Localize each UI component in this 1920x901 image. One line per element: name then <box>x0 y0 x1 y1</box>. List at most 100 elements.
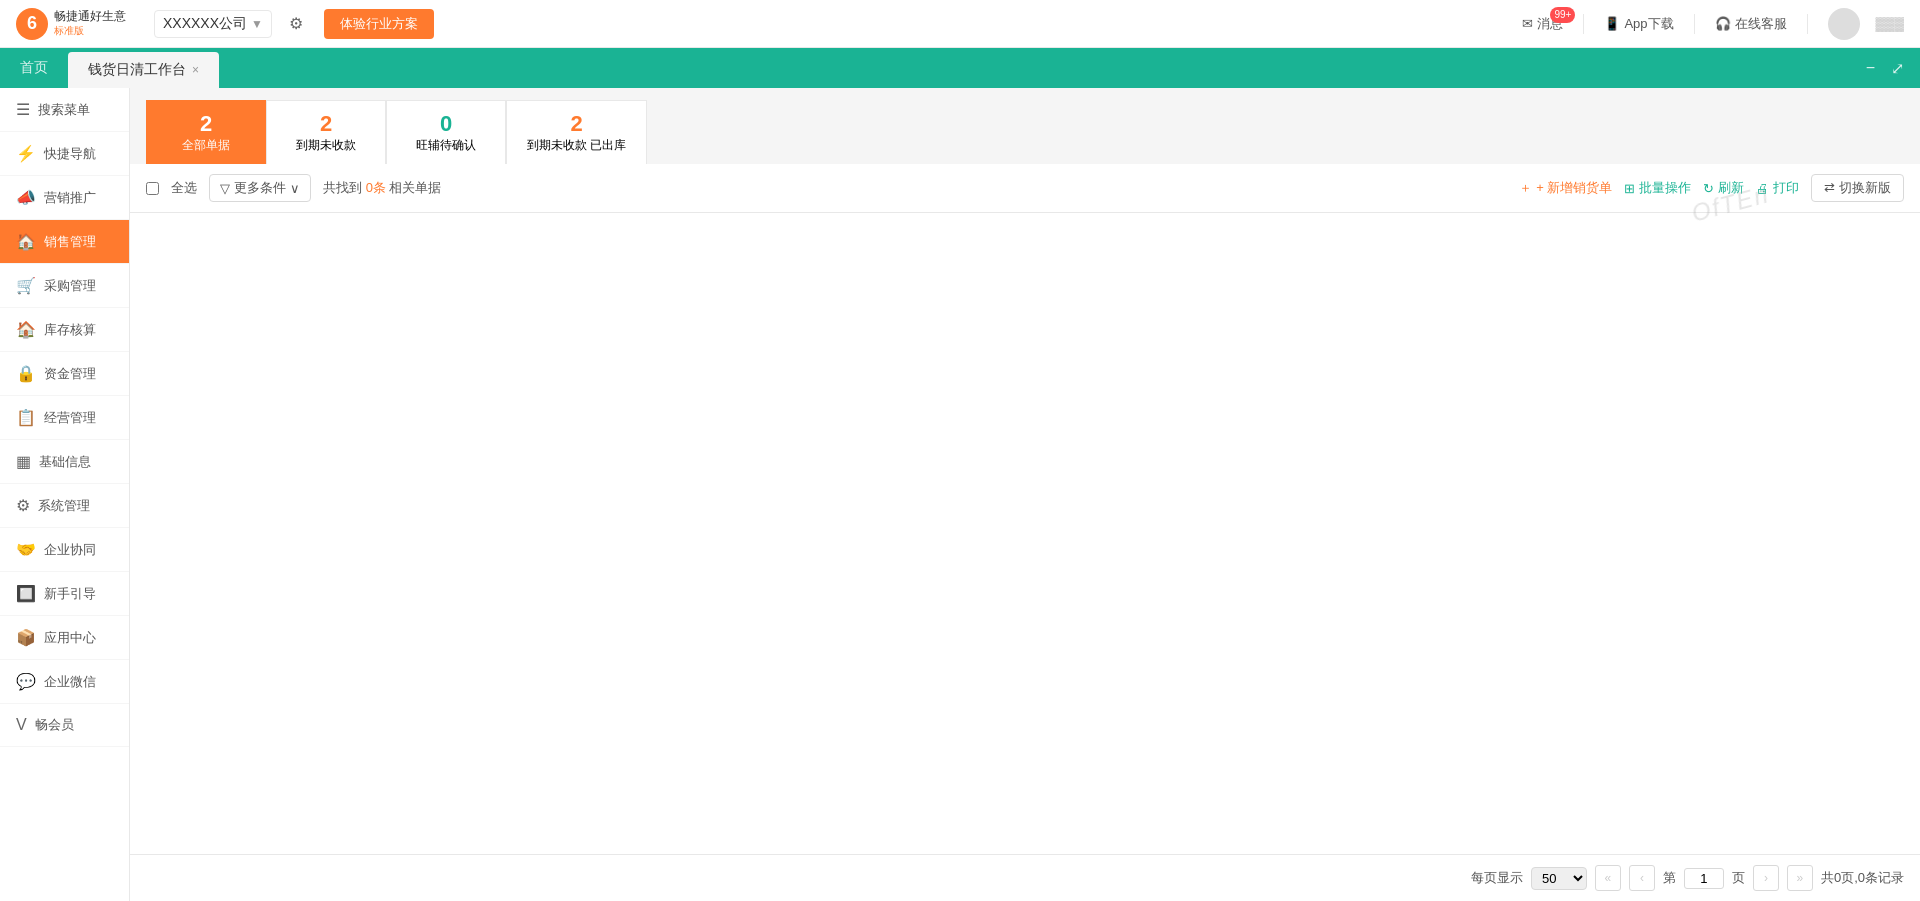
chevron-down-icon: ▼ <box>251 17 263 31</box>
add-sales-order-button[interactable]: ＋ + 新增销货单 <box>1519 179 1612 197</box>
divider <box>1583 14 1584 34</box>
refresh-button[interactable]: ↻ 刷新 <box>1703 179 1744 197</box>
trial-button[interactable]: 体验行业方案 <box>324 9 434 39</box>
content-area: 2 全部单据 2 到期未收款 0 旺辅待确认 2 到期未收款 已出库 全选 ▽ … <box>130 88 1920 901</box>
switch-version-button[interactable]: ⇄ 切换新版 <box>1811 174 1904 202</box>
next-page-button[interactable]: › <box>1753 865 1779 891</box>
sidebar-label: 新手引导 <box>44 585 96 603</box>
sidebar-label: 搜索菜单 <box>38 101 90 119</box>
headset-icon: 🎧 <box>1715 16 1731 31</box>
summary-tabs: 2 全部单据 2 到期未收款 0 旺辅待确认 2 到期未收款 已出库 <box>130 88 1920 164</box>
lock-icon: 🔒 <box>16 364 36 383</box>
warehouse-icon: 🏠 <box>16 320 36 339</box>
top-bar: 6 畅捷通好生意 标准版 XXXXXX公司 ▼ ⚙ 体验行业方案 ✉ 消息 99… <box>0 0 1920 48</box>
sidebar-item-enterprise[interactable]: 🤝 企业协同 <box>0 528 129 572</box>
summary-tab-all[interactable]: 2 全部单据 <box>146 100 266 164</box>
app-icon: 📦 <box>16 628 36 647</box>
summary-tab-wangwang[interactable]: 0 旺辅待确认 <box>386 100 506 164</box>
select-all-label: 全选 <box>171 179 197 197</box>
pagination: 每页显示 50 20 100 « ‹ 第 页 › » 共0页,0条记录 <box>130 854 1920 901</box>
company-name: XXXXXX公司 <box>163 15 247 33</box>
filter-icon: ▽ <box>220 181 230 196</box>
last-page-button[interactable]: » <box>1787 865 1813 891</box>
settings-button[interactable]: ⚙ <box>280 8 312 40</box>
print-icon: 🖨 <box>1756 181 1769 196</box>
sidebar-label: 企业协同 <box>44 541 96 559</box>
sidebar-label: 基础信息 <box>39 453 91 471</box>
summary-label-all: 全部单据 <box>167 137 245 154</box>
company-selector[interactable]: XXXXXX公司 ▼ <box>154 10 272 38</box>
sidebar-label: 系统管理 <box>38 497 90 515</box>
message-button[interactable]: ✉ 消息 99+ <box>1522 15 1563 33</box>
last-page-icon: » <box>1797 871 1804 885</box>
tab-home[interactable]: 首页 <box>0 48 68 88</box>
page-size-select[interactable]: 50 20 100 <box>1531 867 1587 890</box>
page-label-prefix: 第 <box>1663 869 1676 887</box>
sidebar-item-quick-nav[interactable]: ⚡ 快捷导航 <box>0 132 129 176</box>
cart-icon: 🛒 <box>16 276 36 295</box>
batch-operation-button[interactable]: ⊞ 批量操作 <box>1624 179 1691 197</box>
page-size-label: 每页显示 <box>1471 869 1523 887</box>
grid-icon: ▦ <box>16 452 31 471</box>
logo-icon: 6 <box>16 8 48 40</box>
tab-active[interactable]: 钱货日清工作台 × <box>68 52 219 88</box>
summary-tab-overdue[interactable]: 2 到期未收款 <box>266 100 386 164</box>
summary-count-wangwang: 0 <box>407 111 485 137</box>
sidebar-item-marketing[interactable]: 📣 营销推广 <box>0 176 129 220</box>
app-download-button[interactable]: 📱 App下载 <box>1604 15 1673 33</box>
tab-close-icon[interactable]: × <box>192 63 199 77</box>
divider3 <box>1807 14 1808 34</box>
sidebar-item-purchase[interactable]: 🛒 采购管理 <box>0 264 129 308</box>
clipboard-icon: 📋 <box>16 408 36 427</box>
total-pages-label: 共0页,0条记录 <box>1821 869 1904 887</box>
online-service-button[interactable]: 🎧 在线客服 <box>1715 15 1787 33</box>
first-page-button[interactable]: « <box>1595 865 1621 891</box>
sidebar-item-operations[interactable]: 📋 经营管理 <box>0 396 129 440</box>
filter-button[interactable]: ▽ 更多条件 ∨ <box>209 174 311 202</box>
sidebar-item-capital[interactable]: 🔒 资金管理 <box>0 352 129 396</box>
sidebar-label: 企业微信 <box>44 673 96 691</box>
sidebar-item-app-center[interactable]: 📦 应用中心 <box>0 616 129 660</box>
prev-page-button[interactable]: ‹ <box>1629 865 1655 891</box>
summary-count-all: 2 <box>167 111 245 137</box>
logo-area: 6 畅捷通好生意 标准版 <box>16 8 146 40</box>
found-text: 共找到 0条 相关单据 <box>323 179 441 197</box>
sidebar-label: 营销推广 <box>44 189 96 207</box>
summary-label-overdue: 到期未收款 <box>287 137 365 154</box>
tab-maximize-button[interactable]: ⤢ <box>1887 55 1908 82</box>
sidebar-item-guide[interactable]: 🔲 新手引导 <box>0 572 129 616</box>
home-icon: 🏠 <box>16 232 36 251</box>
avatar[interactable] <box>1828 8 1860 40</box>
tab-minimize-button[interactable]: − <box>1862 55 1879 81</box>
divider2 <box>1694 14 1695 34</box>
sidebar-item-basic-info[interactable]: ▦ 基础信息 <box>0 440 129 484</box>
refresh-icon: ↻ <box>1703 181 1714 196</box>
page-number-input[interactable] <box>1684 868 1724 889</box>
toolbar-right: ＋ + 新增销货单 ⊞ 批量操作 ↻ 刷新 🖨 打印 ⇄ 切换新版 <box>1519 174 1904 202</box>
handshake-icon: 🤝 <box>16 540 36 559</box>
select-all-checkbox[interactable] <box>146 182 159 195</box>
logo-text-line1: 畅捷通好生意 <box>54 9 126 25</box>
sidebar-label: 畅会员 <box>35 716 74 734</box>
sidebar-item-wechat[interactable]: 💬 企业微信 <box>0 660 129 704</box>
summary-tab-overdue-shipped[interactable]: 2 到期未收款 已出库 <box>506 100 647 164</box>
user-name[interactable]: ▓▓▓ <box>1876 16 1904 31</box>
sidebar-item-system[interactable]: ⚙ 系统管理 <box>0 484 129 528</box>
megaphone-icon: 📣 <box>16 188 36 207</box>
sidebar-item-search-menu[interactable]: ☰ 搜索菜单 <box>0 88 129 132</box>
message-badge: 99+ <box>1550 7 1575 23</box>
menu-icon: ☰ <box>16 100 30 119</box>
summary-count-overdue-shipped: 2 <box>527 111 626 137</box>
found-count: 0条 <box>366 180 386 195</box>
sidebar-item-sales[interactable]: 🏠 销售管理 <box>0 220 129 264</box>
summary-count-overdue: 2 <box>287 111 365 137</box>
phone-icon: 📱 <box>1604 16 1620 31</box>
dropdown-icon: ∨ <box>290 181 300 196</box>
message-icon: ✉ <box>1522 16 1533 31</box>
switch-icon: ⇄ <box>1824 180 1835 195</box>
sidebar-item-member[interactable]: V 畅会员 <box>0 704 129 747</box>
summary-label-overdue-shipped: 到期未收款 已出库 <box>527 137 626 154</box>
print-button[interactable]: 🖨 打印 <box>1756 179 1799 197</box>
batch-icon: ⊞ <box>1624 181 1635 196</box>
sidebar-item-inventory[interactable]: 🏠 库存核算 <box>0 308 129 352</box>
